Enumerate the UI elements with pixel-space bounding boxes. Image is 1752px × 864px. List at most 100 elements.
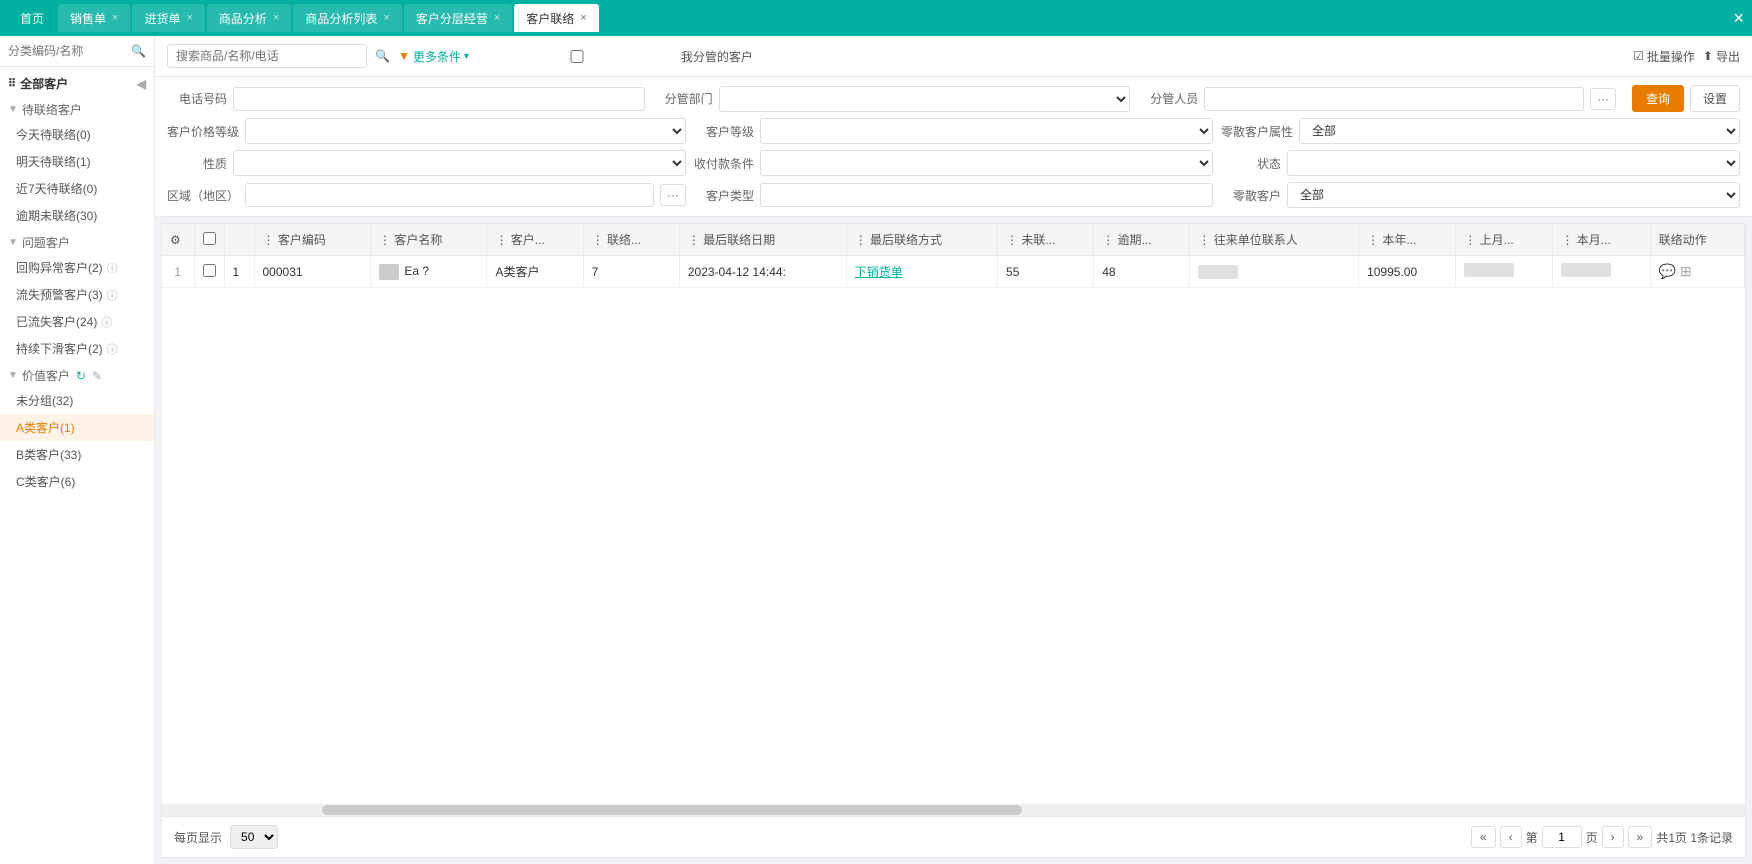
sidebar-item-b-class[interactable]: B类客户(33) <box>0 441 154 468</box>
more-filters-btn[interactable]: ▼ 更多条件 ▾ <box>398 48 469 65</box>
sidebar-item-ungrouped[interactable]: 未分组(32) <box>0 387 154 414</box>
filter-row-3: 性质 收付款条件 状态 <box>167 150 1740 176</box>
not-contacted-column[interactable]: ⋮ 未联... <box>998 224 1094 256</box>
my-customers-label: 我分管的客户 <box>681 48 753 65</box>
filter-region-input[interactable] <box>245 183 654 207</box>
sidebar-item-today-pending[interactable]: 今天待联络(0) <box>0 121 154 148</box>
nav-tab-analysis-list[interactable]: 商品分析列表 × <box>293 4 401 32</box>
overdue-column[interactable]: ⋮ 逾期... <box>1094 224 1190 256</box>
sidebar-item-churned[interactable]: 已流失客户(24) ⓘ <box>0 308 154 335</box>
row-checkbox[interactable] <box>203 264 216 277</box>
filter-customer-level: 客户等级 <box>694 118 1213 144</box>
page-number-input[interactable] <box>1542 826 1582 848</box>
sidebar-search-input[interactable] <box>8 44 127 58</box>
horizontal-scrollbar[interactable] <box>162 804 1745 816</box>
filter-retail-customer-select[interactable]: 全部 <box>1287 182 1740 208</box>
filter-region-ellipsis[interactable]: ··· <box>660 184 686 206</box>
search-btn[interactable]: 查询 <box>1632 85 1684 112</box>
filter-phone-input[interactable] <box>233 87 645 111</box>
filter-icon: ▼ <box>398 49 410 63</box>
this-year-column[interactable]: ⋮ 本年... <box>1359 224 1456 256</box>
scrollbar-thumb[interactable] <box>322 805 1022 815</box>
nav-tab-home[interactable]: 首页 <box>8 4 56 32</box>
select-all-checkbox[interactable] <box>203 232 216 245</box>
sales-tab-close[interactable]: × <box>112 12 118 24</box>
contact-count-column[interactable]: ⋮ 联络... <box>583 224 679 256</box>
filter-row-4: 区域（地区） ··· 客户类型 零散客户 全部 <box>167 182 1740 208</box>
sidebar-item-declining[interactable]: 持续下滑客户(2) ⓘ <box>0 335 154 362</box>
customer-segment-tab-close[interactable]: × <box>494 12 500 24</box>
gear-column[interactable]: ⚙ <box>162 224 194 256</box>
my-customers-filter[interactable]: 我分管的客户 <box>477 48 753 65</box>
code-column[interactable]: ⋮ 客户编码 <box>254 224 370 256</box>
filter-dept: 分管部门 <box>653 86 1131 112</box>
analysis-list-tab-close[interactable]: × <box>383 12 389 24</box>
nav-tab-sales[interactable]: 销售单 × <box>58 4 130 32</box>
last-contact-date-column[interactable]: ⋮ 最后联络日期 <box>679 224 846 256</box>
row-overdue: 48 <box>1094 256 1190 288</box>
refresh-icon[interactable]: ↻ <box>76 369 86 383</box>
sidebar-item-overdue-pending[interactable]: 逾期未联络(30) <box>0 202 154 229</box>
sidebar-collapse-btn[interactable]: ◀ <box>137 77 146 91</box>
filter-customer-level-select[interactable] <box>760 118 1213 144</box>
last-contact-method-column[interactable]: ⋮ 最后联络方式 <box>846 224 997 256</box>
sidebar-item-c-class[interactable]: C类客户(6) <box>0 468 154 495</box>
filter-price-level-select[interactable] <box>245 118 686 144</box>
sidebar-search-icon[interactable]: 🔍 <box>131 44 146 58</box>
filter-person-input[interactable] <box>1204 87 1584 111</box>
name-column[interactable]: ⋮ 客户名称 <box>370 224 486 256</box>
unit-contact-column[interactable]: ⋮ 往来单位联系人 <box>1190 224 1359 256</box>
search-icon[interactable]: 🔍 <box>375 49 390 63</box>
last-month-column[interactable]: ⋮ 上月... <box>1456 224 1553 256</box>
this-month-placeholder <box>1561 263 1611 277</box>
search-input[interactable] <box>167 44 367 68</box>
sidebar-item-repurchase-abnormal[interactable]: 回购异常客户(2) ⓘ <box>0 254 154 281</box>
tomorrow-pending-label: 明天待联络(1) <box>16 153 91 170</box>
customer-type-column[interactable]: ⋮ 客户... <box>487 224 583 256</box>
export-btn[interactable]: ⬆ 导出 <box>1703 48 1740 65</box>
all-customers-header[interactable]: ⠿ 全部客户 ◀ <box>0 67 154 96</box>
row-last-month <box>1456 256 1553 288</box>
nav-tab-analysis[interactable]: 商品分析 × <box>207 4 291 32</box>
nav-tab-purchase[interactable]: 进货单 × <box>132 4 204 32</box>
last-page-btn[interactable]: » <box>1628 826 1653 848</box>
nav-tab-customer-segment[interactable]: 客户分层经营 × <box>404 4 512 32</box>
filter-status: 状态 <box>1221 150 1740 176</box>
sidebar-item-tomorrow-pending[interactable]: 明天待联络(1) <box>0 148 154 175</box>
my-customers-checkbox[interactable] <box>477 50 677 63</box>
filter-nature-select[interactable] <box>233 150 686 176</box>
chevron-down-icon: ▾ <box>464 51 469 62</box>
row-num-cell: 1 <box>224 256 254 288</box>
edit-icon[interactable]: ✎ <box>92 369 102 383</box>
this-month-column[interactable]: ⋮ 本月... <box>1553 224 1650 256</box>
last-contact-method-link[interactable]: 下销货单 <box>855 265 903 279</box>
sidebar-item-week-pending[interactable]: 近7天待联络(0) <box>0 175 154 202</box>
first-page-btn[interactable]: « <box>1471 826 1496 848</box>
purchase-tab-close[interactable]: × <box>186 12 192 24</box>
nav-tab-customer-contact[interactable]: 客户联络 × <box>514 4 598 32</box>
chat-action-icon[interactable]: 💬 <box>1659 263 1676 280</box>
per-page-select[interactable]: 50 <box>230 825 278 849</box>
grid-action-icon[interactable]: ⊞ <box>1680 263 1692 280</box>
declining-label: 持续下滑客户(2) <box>16 340 103 357</box>
analysis-tab-close[interactable]: × <box>273 12 279 24</box>
table-scroll[interactable]: ⚙ ⋮ 客户编码 ⋮ 客户名称 ⋮ 客户... ⋮ 联络... ⋮ 最后联络日期… <box>162 224 1745 804</box>
filter-payment-select[interactable] <box>760 150 1213 176</box>
filter-dept-select[interactable] <box>719 86 1131 112</box>
batch-op-btn[interactable]: ☑ 批量操作 <box>1633 48 1695 65</box>
settings-btn[interactable]: 设置 <box>1690 85 1740 112</box>
sidebar-item-a-class[interactable]: A类客户(1) <box>0 414 154 441</box>
analysis-tab-label: 商品分析 <box>219 10 267 27</box>
customer-contact-tab-close[interactable]: × <box>580 12 586 24</box>
sidebar-item-churn-warning[interactable]: 流失预警客户(3) ⓘ <box>0 281 154 308</box>
unit-contact-placeholder <box>1198 265 1238 279</box>
prev-page-btn[interactable]: ‹ <box>1500 826 1522 848</box>
filter-status-select[interactable] <box>1287 150 1740 176</box>
filter-retail-attr-select[interactable]: 全部 <box>1299 118 1740 144</box>
total-records-label: 共1页 1条记录 <box>1656 829 1733 846</box>
customer-segment-tab-label: 客户分层经营 <box>416 10 488 27</box>
filter-person-ellipsis[interactable]: ··· <box>1590 88 1616 110</box>
close-all-tabs[interactable]: × <box>1733 8 1744 29</box>
filter-customer-type-input[interactable] <box>760 183 1213 207</box>
next-page-btn[interactable]: › <box>1602 826 1624 848</box>
